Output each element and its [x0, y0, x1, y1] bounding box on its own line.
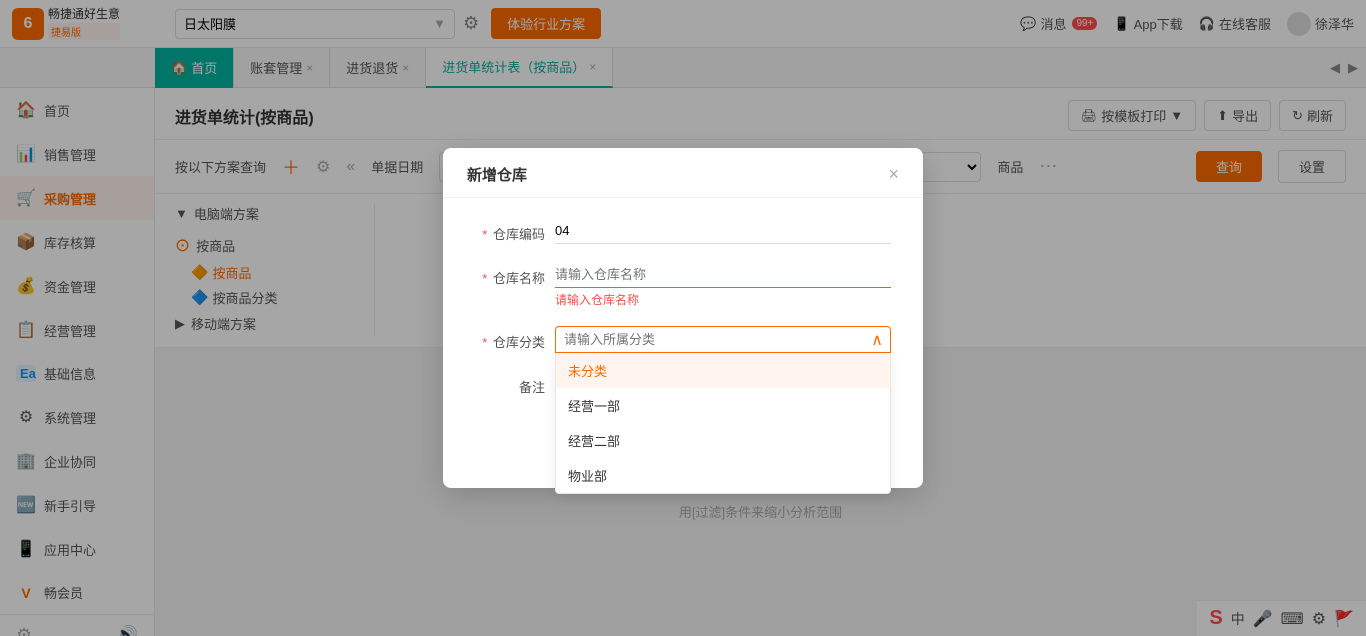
code-field — [555, 218, 891, 244]
dropdown-item-dept1[interactable]: 经营一部 — [556, 388, 890, 423]
dropdown-item-property[interactable]: 物业部 — [556, 458, 890, 493]
dialog-body: * 仓库编码 * 仓库名称 请输入仓库名称 — [443, 198, 923, 397]
warehouse-category-row: * 仓库分类 ∧ 未分类 经营一部 经营二部 物业部 — [475, 326, 891, 353]
category-field: ∧ 未分类 经营一部 经营二部 物业部 — [555, 326, 891, 353]
dialog-close-button[interactable]: × — [888, 164, 899, 185]
name-field: 请输入仓库名称 — [555, 262, 891, 308]
warehouse-name-input[interactable] — [555, 262, 891, 288]
name-label: * 仓库名称 — [475, 262, 555, 287]
dialog-header: 新增仓库 × — [443, 148, 923, 198]
code-label: * 仓库编码 — [475, 218, 555, 243]
warehouse-code-input[interactable] — [555, 218, 891, 244]
note-label: 备注 — [475, 371, 555, 396]
category-label: * 仓库分类 — [475, 326, 555, 351]
new-warehouse-dialog: 新增仓库 × * 仓库编码 * 仓库名称 — [443, 148, 923, 488]
category-dropdown: 未分类 经营一部 经营二部 物业部 — [555, 353, 891, 494]
warehouse-code-row: * 仓库编码 — [475, 218, 891, 244]
dropdown-item-none[interactable]: 未分类 — [556, 353, 890, 388]
category-input[interactable] — [555, 326, 891, 353]
modal-overlay: 新增仓库 × * 仓库编码 * 仓库名称 — [0, 0, 1366, 636]
dialog-title: 新增仓库 — [467, 164, 527, 185]
name-error-msg: 请输入仓库名称 — [555, 291, 891, 308]
dropdown-item-dept2[interactable]: 经营二部 — [556, 423, 890, 458]
warehouse-name-row: * 仓库名称 请输入仓库名称 — [475, 262, 891, 308]
